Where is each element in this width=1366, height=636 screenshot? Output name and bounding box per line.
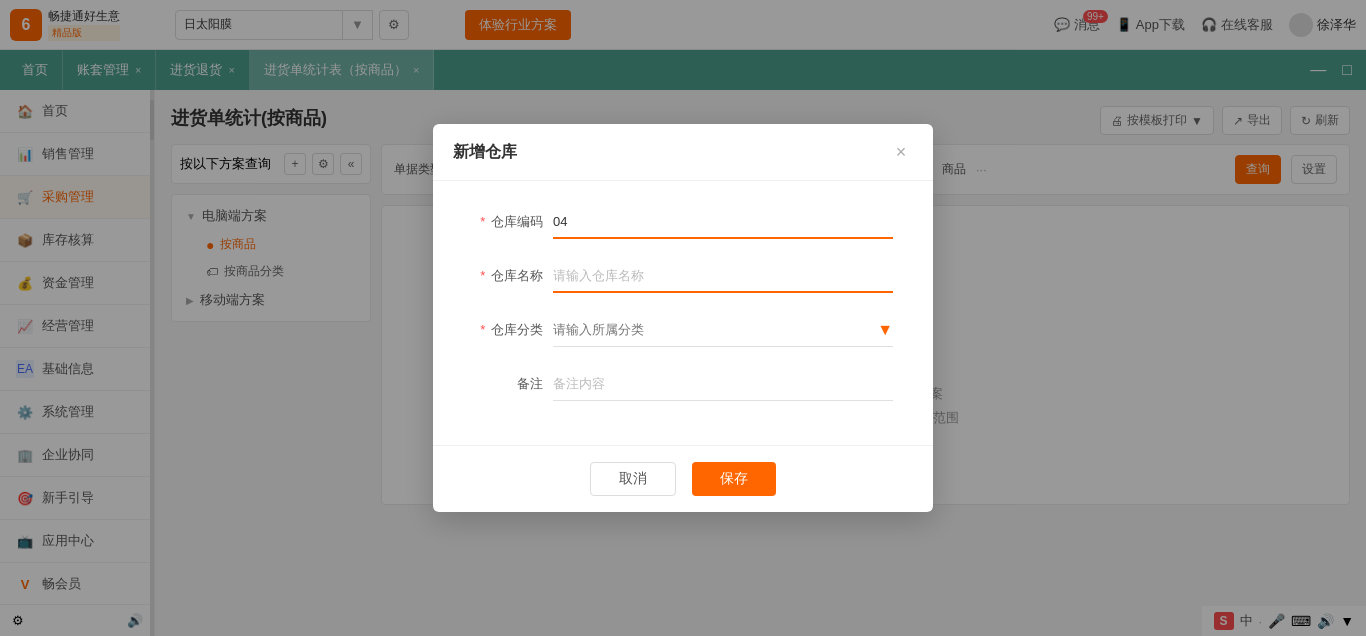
category-label: * 仓库分类 <box>473 321 553 339</box>
name-required: * <box>480 268 485 283</box>
dialog-overlay[interactable]: 新增仓库 × * 仓库编码 * 仓库名称 <box>0 0 1366 636</box>
remark-label: 备注 <box>473 375 553 393</box>
dialog-header: 新增仓库 × <box>433 124 933 181</box>
category-required: * <box>480 322 485 337</box>
save-button[interactable]: 保存 <box>692 462 776 496</box>
remark-input[interactable] <box>553 367 893 401</box>
name-row: * 仓库名称 <box>473 259 893 293</box>
dialog-close-btn[interactable]: × <box>889 140 913 164</box>
name-input[interactable] <box>553 259 893 293</box>
remark-row: 备注 <box>473 367 893 401</box>
code-input[interactable] <box>553 205 893 239</box>
category-input[interactable] <box>553 313 893 347</box>
dialog-body: * 仓库编码 * 仓库名称 * 仓库分类 <box>433 181 933 445</box>
category-select-wrapper: ▼ <box>553 313 893 347</box>
name-label: * 仓库名称 <box>473 267 553 285</box>
dialog-footer: 取消 保存 <box>433 445 933 512</box>
category-row: * 仓库分类 ▼ <box>473 313 893 347</box>
code-row: * 仓库编码 <box>473 205 893 239</box>
dialog-title: 新增仓库 <box>453 142 517 163</box>
cancel-button[interactable]: 取消 <box>590 462 676 496</box>
code-label: * 仓库编码 <box>473 213 553 231</box>
category-dropdown-arrow[interactable]: ▼ <box>877 321 893 339</box>
code-required: * <box>480 214 485 229</box>
new-warehouse-dialog: 新增仓库 × * 仓库编码 * 仓库名称 <box>433 124 933 512</box>
